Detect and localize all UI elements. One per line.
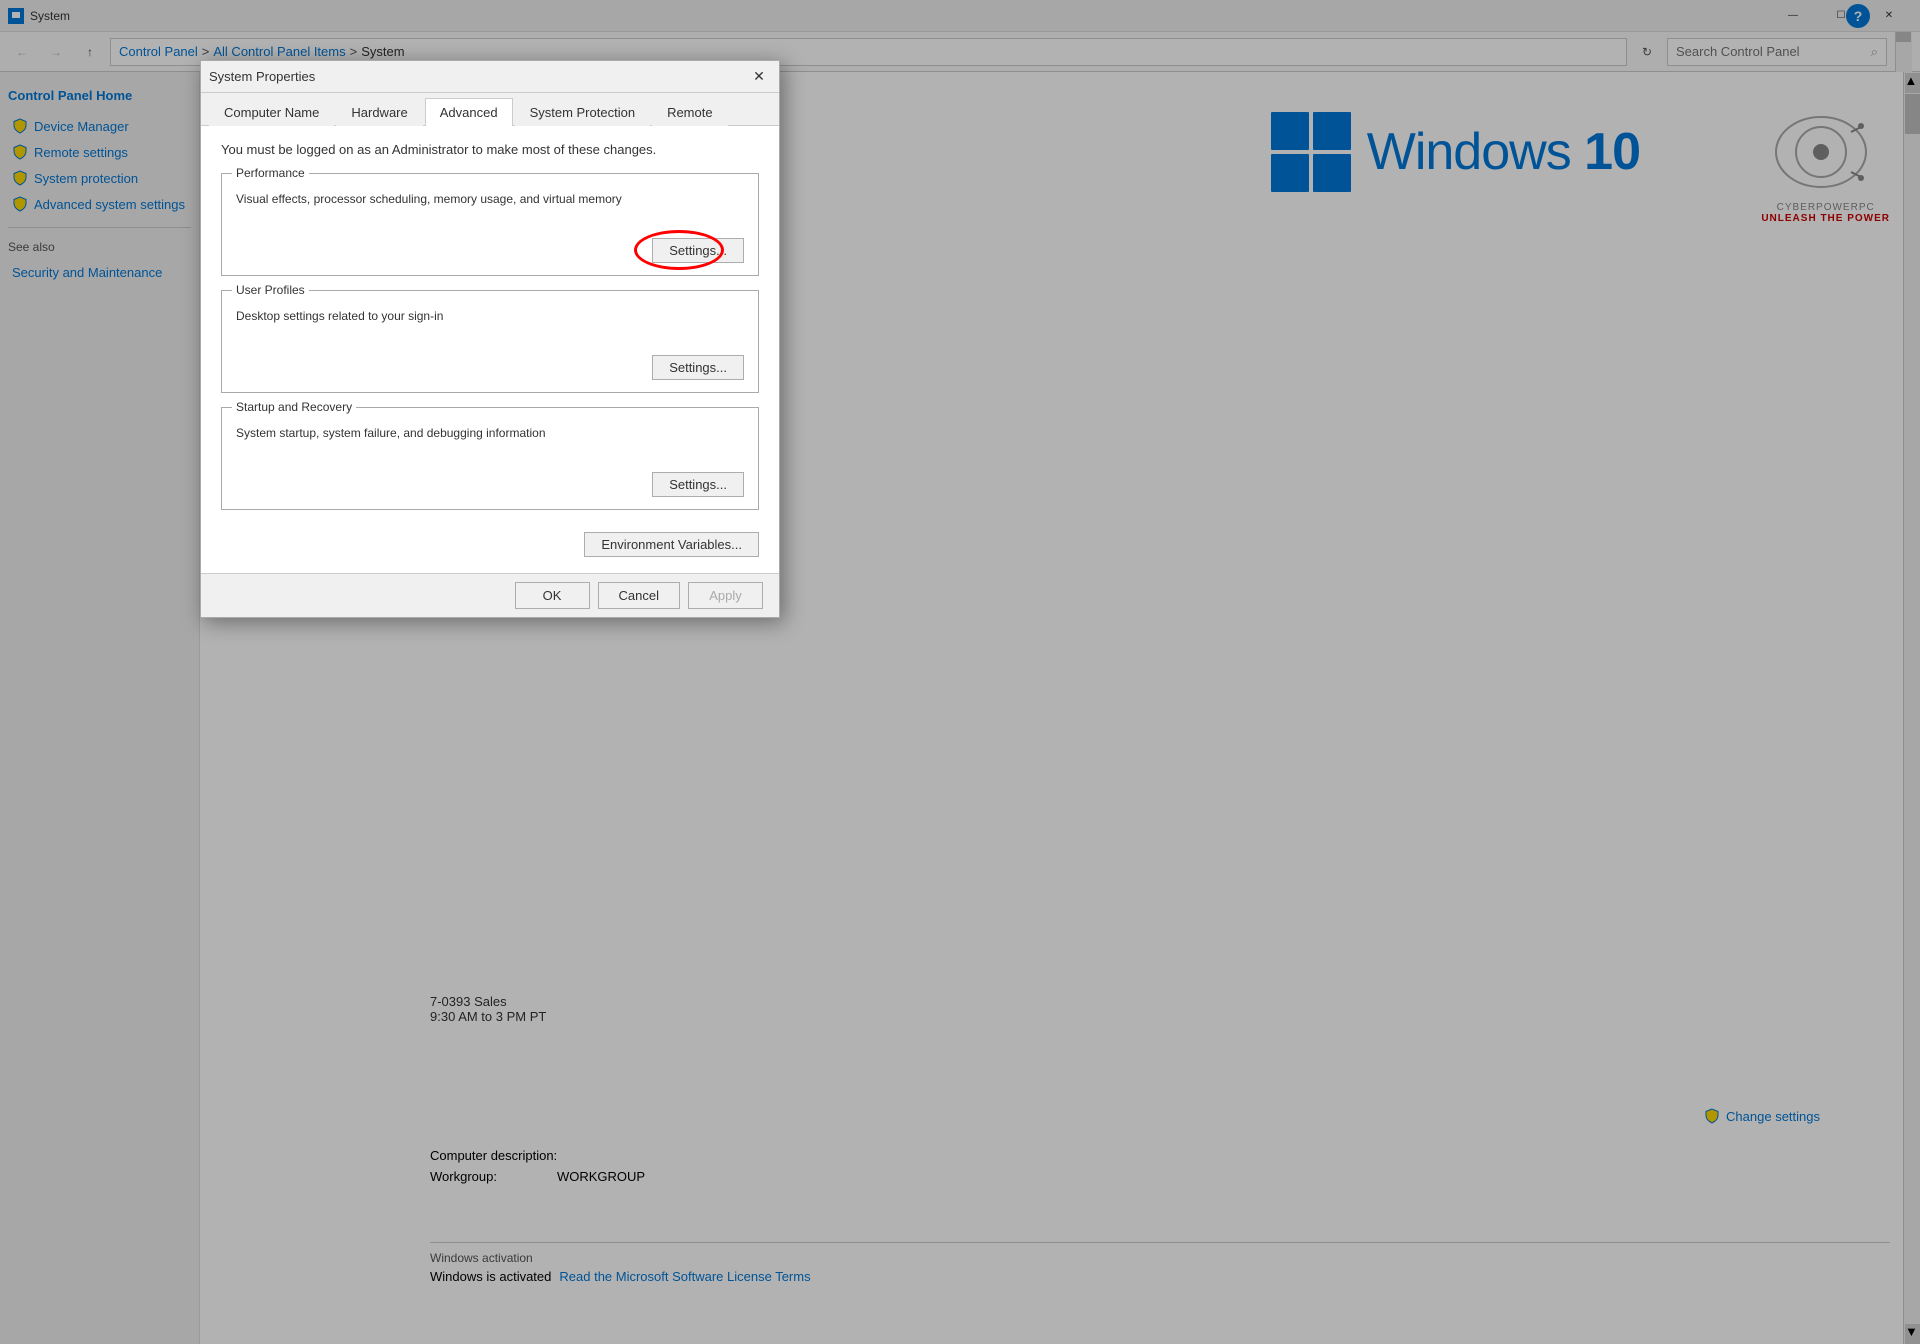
system-properties-dialog: System Properties ✕ Computer Name Hardwa… — [200, 60, 780, 618]
dialog-footer: OK Cancel Apply — [201, 573, 779, 617]
dialog-titlebar: System Properties ✕ — [201, 61, 779, 93]
performance-title: Performance — [232, 166, 309, 180]
user-profiles-desc: Desktop settings related to your sign-in — [236, 309, 744, 323]
user-profiles-section: User Profiles Desktop settings related t… — [221, 290, 759, 393]
dialog-close-button[interactable]: ✕ — [747, 65, 771, 89]
user-profiles-title: User Profiles — [232, 283, 309, 297]
tab-advanced[interactable]: Advanced — [425, 98, 513, 126]
cancel-button[interactable]: Cancel — [598, 582, 680, 609]
dialog-content: You must be logged on as an Administrato… — [201, 126, 779, 573]
tab-remote[interactable]: Remote — [652, 98, 728, 126]
tab-system-protection[interactable]: System Protection — [515, 98, 651, 126]
modal-overlay: System Properties ✕ Computer Name Hardwa… — [0, 0, 1920, 1344]
performance-settings-button[interactable]: Settings... — [652, 238, 744, 263]
performance-desc: Visual effects, processor scheduling, me… — [236, 192, 744, 206]
ok-button[interactable]: OK — [515, 582, 590, 609]
env-vars-row: Environment Variables... — [221, 524, 759, 557]
perf-btn-container: Settings... — [652, 238, 744, 263]
tab-hardware[interactable]: Hardware — [336, 98, 422, 126]
user-profiles-settings-button[interactable]: Settings... — [652, 355, 744, 380]
performance-section: Performance Visual effects, processor sc… — [221, 173, 759, 276]
startup-recovery-section: Startup and Recovery System startup, sys… — [221, 407, 759, 510]
dialog-note: You must be logged on as an Administrato… — [221, 142, 759, 157]
tab-bar: Computer Name Hardware Advanced System P… — [201, 97, 779, 126]
tab-computer-name[interactable]: Computer Name — [209, 98, 334, 126]
dialog-title: System Properties — [209, 69, 747, 84]
startup-recovery-settings-button[interactable]: Settings... — [652, 472, 744, 497]
env-variables-button[interactable]: Environment Variables... — [584, 532, 759, 557]
startup-recovery-title: Startup and Recovery — [232, 400, 356, 414]
apply-button[interactable]: Apply — [688, 582, 763, 609]
startup-recovery-desc: System startup, system failure, and debu… — [236, 426, 744, 440]
